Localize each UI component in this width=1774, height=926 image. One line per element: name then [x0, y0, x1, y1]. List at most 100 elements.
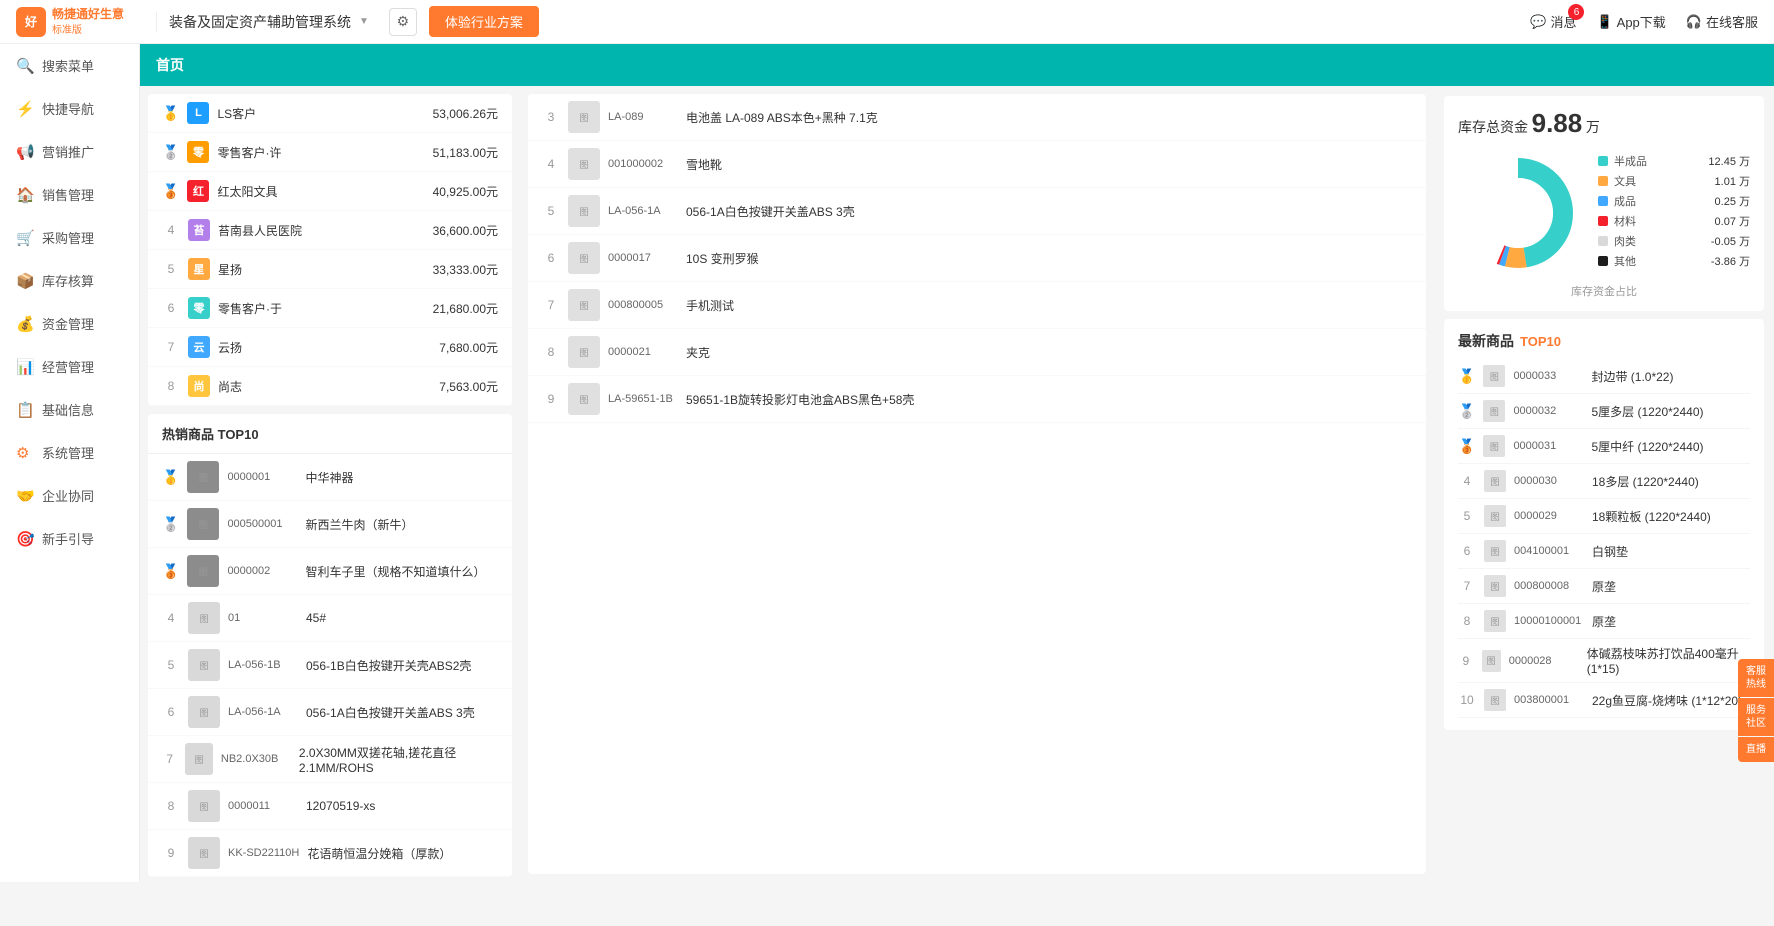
- app-download-button[interactable]: 📱 App下载: [1596, 12, 1665, 31]
- middle-hot-product-item: 3 图 LA-089 电池盖 LA-089 ABS本色+黑种 7.1克: [528, 94, 1426, 141]
- sidebar-item-sales[interactable]: 🏠 销售管理: [0, 173, 139, 216]
- product-name: 雪地靴: [686, 156, 722, 173]
- product-name: 59651-1B旋转投影灯电池盒ABS黑色+58壳: [686, 391, 914, 408]
- purchase-icon: 🛒: [16, 229, 34, 247]
- inventory-total-value: 9.88: [1532, 108, 1583, 138]
- legend-dot: [1598, 176, 1608, 186]
- sidebar-item-search[interactable]: 🔍 搜索菜单: [0, 44, 139, 87]
- online-service-button[interactable]: 🎧 在线客服: [1686, 12, 1758, 31]
- product-code: 01: [228, 612, 298, 624]
- hot-products-panel: 热销商品 TOP10 🥇 图 0000001 中华神器 🥈 图 00050000…: [148, 414, 512, 877]
- sidebar-item-label: 搜索菜单: [42, 56, 94, 75]
- sidebar-item-label: 采购管理: [42, 228, 94, 247]
- right-panel: 库存总资金 9.88 万: [1434, 86, 1774, 882]
- legend-value: 0.25 万: [1715, 193, 1750, 209]
- customer-rank-item: 4 苔 苔南县人民医院 36,600.00元: [148, 211, 512, 250]
- product-name: 电池盖 LA-089 ABS本色+黑种 7.1克: [686, 109, 878, 126]
- customer-badge: 零: [187, 141, 209, 163]
- sidebar-item-guide[interactable]: 🎯 新手引导: [0, 517, 139, 560]
- topbar-right: 💬 消息 6 📱 App下载 🎧 在线客服: [1530, 12, 1758, 31]
- sidebar-item-label: 库存核算: [42, 271, 94, 290]
- product-code: LA-056-1A: [608, 205, 678, 217]
- new-product-name: 18多层 (1220*2440): [1592, 473, 1699, 490]
- new-product-code: 0000031: [1513, 440, 1583, 452]
- settings-icon[interactable]: ⚙: [389, 8, 417, 36]
- chevron-down-icon: ▼: [359, 16, 369, 27]
- new-product-item: 8 图 10000100001 原垄: [1458, 604, 1750, 639]
- middle-hot-list: 3 图 LA-089 电池盖 LA-089 ABS本色+黑种 7.1克 4 图 …: [528, 94, 1426, 423]
- legend-item: 半成品 12.45 万: [1598, 153, 1750, 169]
- new-product-name: 原垄: [1592, 613, 1616, 630]
- customer-badge: 尚: [188, 375, 210, 397]
- live-button[interactable]: 直播: [1738, 737, 1774, 762]
- system-selector[interactable]: 装备及固定资产辅助管理系统 ▼: [156, 12, 381, 32]
- sidebar-item-system[interactable]: ⚙ 系统管理: [0, 431, 139, 474]
- sidebar-item-base-info[interactable]: 📋 基础信息: [0, 388, 139, 431]
- hot-products-body: 🥇 图 0000001 中华神器 🥈 图 000500001 新西兰牛肉（新牛）…: [148, 454, 512, 877]
- hot-products-title: 热销商品 TOP10: [162, 424, 259, 443]
- sidebar-item-inventory[interactable]: 📦 库存核算: [0, 259, 139, 302]
- sidebar-item-label: 营销推广: [42, 142, 94, 161]
- sidebar-item-label: 经营管理: [42, 357, 94, 376]
- hot-product-item: 5 图 LA-056-1B 056-1B白色按键开关壳ABS2壳: [148, 642, 512, 689]
- legend-label: 其他: [1614, 253, 1705, 269]
- legend-value: -0.05 万: [1711, 233, 1750, 249]
- new-product-name: 5厘多层 (1220*2440): [1591, 403, 1703, 420]
- product-thumbnail: 图: [187, 508, 219, 540]
- trial-button[interactable]: 体验行业方案: [429, 6, 539, 37]
- hot-product-item: 8 图 0000011 12070519-xs: [148, 783, 512, 830]
- legend-item: 文具 1.01 万: [1598, 173, 1750, 189]
- new-product-item: 🥉 图 0000031 5厘中纤 (1220*2440): [1458, 429, 1750, 464]
- sidebar-item-collab[interactable]: 🤝 企业协同: [0, 474, 139, 517]
- sidebar-item-label: 快捷导航: [42, 99, 94, 118]
- sidebar-item-quick-nav[interactable]: ⚡ 快捷导航: [0, 87, 139, 130]
- customer-name: 苔南县人民医院: [218, 222, 425, 239]
- product-code: LA-056-1B: [228, 659, 298, 671]
- customer-name: 零售客户·许: [217, 144, 424, 161]
- legend-dot: [1598, 216, 1608, 226]
- app-icon: 📱: [1596, 14, 1612, 30]
- message-button[interactable]: 💬 消息 6: [1530, 12, 1576, 31]
- sidebar-item-purchase[interactable]: 🛒 采购管理: [0, 216, 139, 259]
- system-name: 装备及固定资产辅助管理系统: [169, 12, 351, 32]
- guide-icon: 🎯: [16, 530, 34, 548]
- middle-hot-product-item: 4 图 001000002 雪地靴: [528, 141, 1426, 188]
- product-name: 056-1B白色按键开关壳ABS2壳: [306, 657, 471, 674]
- sidebar-item-finance[interactable]: 💰 资金管理: [0, 302, 139, 345]
- product-code: 000500001: [227, 518, 297, 530]
- customer-amount: 21,680.00元: [433, 300, 498, 317]
- customer-name: 云扬: [218, 339, 431, 356]
- operations-icon: 📊: [16, 358, 34, 376]
- legend-label: 文具: [1614, 173, 1709, 189]
- main-content: 首页 🥇 L LS客户 53,006.26元 🥈 零 零售客户·许 51,183…: [140, 44, 1774, 882]
- sidebar-item-operations[interactable]: 📊 经营管理: [0, 345, 139, 388]
- finance-icon: 💰: [16, 315, 34, 333]
- sidebar-item-label: 销售管理: [42, 185, 94, 204]
- product-thumbnail: 图: [568, 101, 600, 133]
- logo-icon: 好: [16, 7, 46, 37]
- service-community-button[interactable]: 服务社区: [1738, 698, 1774, 736]
- topbar: 好 畅捷通好生意 标准版 装备及固定资产辅助管理系统 ▼ ⚙ 体验行业方案 💬 …: [0, 0, 1774, 44]
- new-product-thumbnail: 图: [1484, 540, 1506, 562]
- customer-name: 尚志: [218, 378, 431, 395]
- customer-badge: 星: [188, 258, 210, 280]
- sidebar-item-label: 新手引导: [42, 529, 94, 548]
- new-product-thumbnail: 图: [1483, 400, 1505, 422]
- new-product-item: 🥇 图 0000033 封边带 (1.0*22): [1458, 359, 1750, 394]
- customer-service-button[interactable]: 客服热线: [1738, 659, 1774, 697]
- sidebar-item-marketing[interactable]: 📢 营销推广: [0, 130, 139, 173]
- new-product-thumbnail: 图: [1483, 435, 1505, 457]
- sidebar-item-label: 资金管理: [42, 314, 94, 333]
- product-code: 000800005: [608, 299, 678, 311]
- content-area: 🥇 L LS客户 53,006.26元 🥈 零 零售客户·许 51,183.00…: [140, 86, 1774, 882]
- new-product-item: 5 图 0000029 18颗粒板 (1220*2440): [1458, 499, 1750, 534]
- new-product-name: 体碱荔枝味苏打饮品400毫升 (1*15): [1587, 645, 1750, 676]
- middle-hot-panel: 3 图 LA-089 电池盖 LA-089 ABS本色+黑种 7.1克 4 图 …: [528, 94, 1426, 874]
- top-badge: TOP10: [1520, 334, 1561, 349]
- logo-text: 畅捷通好生意: [52, 7, 124, 21]
- customer-ranking-body: 🥇 L LS客户 53,006.26元 🥈 零 零售客户·许 51,183.00…: [148, 94, 512, 406]
- product-code: 0000001: [227, 471, 297, 483]
- new-products-panel: 最新商品 TOP10 🥇 图 0000033 封边带 (1.0*22) 🥈 图 …: [1444, 319, 1764, 730]
- hot-product-item: 4 图 01 45#: [148, 595, 512, 642]
- new-product-code: 10000100001: [1514, 615, 1584, 627]
